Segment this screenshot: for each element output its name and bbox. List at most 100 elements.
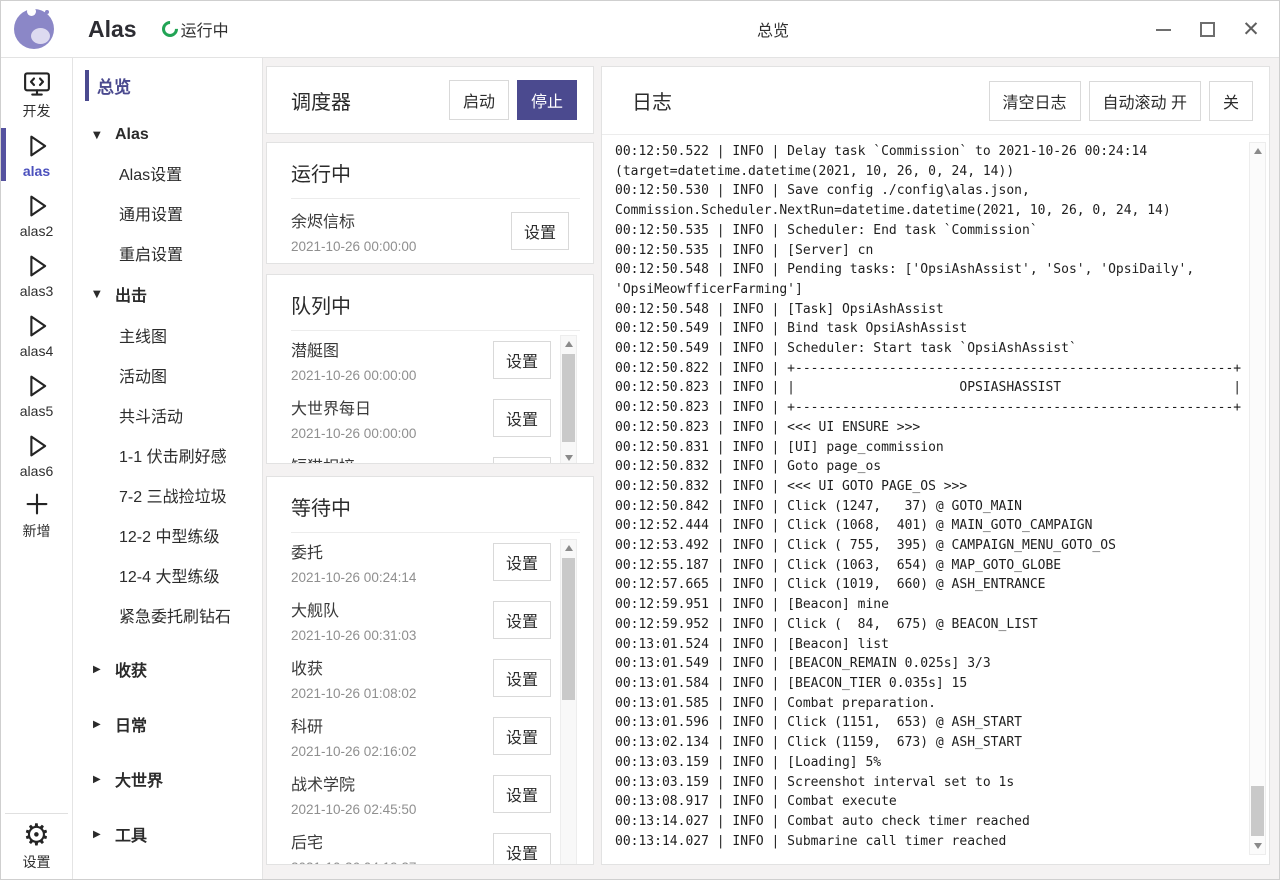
- task-setting-button[interactable]: 设置: [493, 543, 551, 581]
- rail-item-alas3[interactable]: alas3: [1, 245, 72, 304]
- rail-item-alas[interactable]: alas: [1, 125, 72, 184]
- play-icon: [22, 190, 52, 222]
- rail-item-alas6[interactable]: alas6: [1, 425, 72, 484]
- menu-item-通用设置[interactable]: 通用设置: [73, 193, 262, 233]
- rail-item-开发[interactable]: 开发: [1, 65, 72, 124]
- task-setting-button[interactable]: 设置: [511, 212, 569, 250]
- task-time: 2021-10-26 02:16:02: [291, 744, 493, 759]
- play-icon: [22, 370, 52, 402]
- log-output[interactable]: 00:12:50.522 | INFO | Delay task `Commis…: [602, 135, 1269, 864]
- rail-item-alas2[interactable]: alas2: [1, 185, 72, 244]
- start-button[interactable]: 启动: [449, 80, 509, 120]
- play-icon: [22, 250, 52, 282]
- menu-item-overview[interactable]: 总览: [73, 70, 262, 101]
- pending-list: 潜艇图2021-10-26 00:00:00设置大世界每日2021-10-26 …: [267, 331, 593, 464]
- log-line: 00:13:02.134 | INFO | Click (1159, 673) …: [615, 733, 1239, 753]
- menu-item-12-4 大型练级[interactable]: 12-4 大型练级: [73, 555, 262, 595]
- maximize-button[interactable]: [1185, 1, 1229, 58]
- rail-item-label: alas3: [20, 283, 53, 299]
- chevron-down-icon: ▼: [93, 130, 107, 141]
- play-icon: [22, 430, 52, 462]
- stop-button[interactable]: 停止: [517, 80, 577, 120]
- task-setting-button[interactable]: 设置: [493, 775, 551, 813]
- task-info: 余烬信标2021-10-26 00:00:00: [291, 208, 511, 254]
- menu-item-活动图[interactable]: 活动图: [73, 355, 262, 395]
- menu-group-Alas[interactable]: ▼Alas: [73, 117, 262, 153]
- rail-item-alas5[interactable]: alas5: [1, 365, 72, 424]
- menu-item-12-2 中型练级[interactable]: 12-2 中型练级: [73, 515, 262, 555]
- task-name: 大世界每日: [291, 395, 493, 419]
- scroll-up-icon[interactable]: [565, 545, 573, 551]
- menu-group-大世界[interactable]: ▶大世界: [73, 758, 262, 800]
- task-name: 后宅: [291, 829, 493, 853]
- task-time: 2021-10-26 02:45:50: [291, 802, 493, 817]
- scrollbar-thumb[interactable]: [562, 558, 575, 700]
- menu-group-日常[interactable]: ▶日常: [73, 703, 262, 745]
- gear-icon: ⚙: [23, 821, 50, 851]
- scrollbar-thumb[interactable]: [562, 354, 575, 442]
- rail-item-label: alas: [23, 163, 50, 179]
- scroll-up-icon[interactable]: [1254, 148, 1262, 154]
- rail-item-label: 新增: [23, 521, 51, 541]
- clear-log-button[interactable]: 清空日志: [989, 81, 1081, 121]
- menu-item-共斗活动[interactable]: 共斗活动: [73, 395, 262, 435]
- task-time: 2021-10-26 00:00:00: [291, 426, 493, 441]
- rail-item-label: alas5: [20, 403, 53, 419]
- log-line: 00:12:50.530 | INFO | Save config ./conf…: [615, 181, 1239, 201]
- waiting-scrollbar[interactable]: [560, 539, 577, 865]
- menu-group-收获[interactable]: ▶收获: [73, 648, 262, 690]
- minimize-button[interactable]: [1141, 1, 1185, 58]
- scroll-down-icon[interactable]: [565, 455, 573, 461]
- menu-item-紧急委托刷钻石[interactable]: 紧急委托刷钻石: [73, 595, 262, 635]
- menu-item-重启设置[interactable]: 重启设置: [73, 233, 262, 273]
- task-row: 余烬信标2021-10-26 00:00:00设置: [267, 199, 593, 263]
- maximize-icon: [1200, 22, 1215, 37]
- pending-panel: 队列中 潜艇图2021-10-26 00:00:00设置大世界每日2021-10…: [266, 274, 594, 464]
- task-setting-button[interactable]: 设置: [493, 601, 551, 639]
- task-setting-button[interactable]: 设置: [493, 341, 551, 379]
- pending-scrollbar[interactable]: [560, 335, 577, 464]
- chevron-down-icon: ▼: [93, 289, 107, 300]
- task-setting-button[interactable]: 设置: [493, 457, 551, 464]
- log-line: Commission.Scheduler.NextRun=datetime.da…: [615, 201, 1239, 221]
- log-line: 00:12:50.823 | INFO | | OPSIASHASSIST |: [615, 378, 1239, 398]
- autoscroll-off-button[interactable]: 关: [1209, 81, 1253, 121]
- scroll-up-icon[interactable]: [565, 341, 573, 347]
- task-info: 委托2021-10-26 00:24:14: [291, 539, 493, 585]
- rail-item-settings[interactable]: ⚙ 设置: [5, 813, 68, 879]
- task-setting-button[interactable]: 设置: [493, 833, 551, 865]
- task-info: 科研 2021-10-26 02:16:02: [291, 713, 493, 759]
- menu-item-Alas设置[interactable]: Alas设置: [73, 153, 262, 193]
- rail-item-label: 设置: [23, 852, 51, 872]
- autoscroll-on-button[interactable]: 自动滚动 开: [1089, 81, 1201, 121]
- dev-icon: [21, 68, 53, 100]
- rail-item-alas4[interactable]: alas4: [1, 305, 72, 364]
- task-row: 大世界每日 2021-10-26 00:00:00设置: [267, 389, 593, 447]
- task-name: 短猫相接: [291, 453, 493, 464]
- alas-logo-icon: [14, 9, 54, 49]
- log-column: 日志 清空日志 自动滚动 开 关 00:12:50.522 | INFO | D…: [601, 66, 1270, 865]
- menu-group-工具[interactable]: ▶工具: [73, 813, 262, 855]
- menu-item-1-1 伏击刷好感[interactable]: 1-1 伏击刷好感: [73, 435, 262, 475]
- log-scrollbar[interactable]: [1249, 142, 1266, 855]
- play-icon: [22, 130, 52, 162]
- menu-item-主线图[interactable]: 主线图: [73, 315, 262, 355]
- menu-item-7-2 三战捡垃圾[interactable]: 7-2 三战捡垃圾: [73, 475, 262, 515]
- task-setting-button[interactable]: 设置: [493, 399, 551, 437]
- running-spinner-icon: [158, 18, 181, 41]
- log-line: 00:12:50.823 | INFO | +-----------------…: [615, 398, 1239, 418]
- scheduler-panel: 调度器 启动 停止: [266, 66, 594, 134]
- log-line: 00:12:50.522 | INFO | Delay task `Commis…: [615, 142, 1239, 162]
- log-line: 00:12:50.842 | INFO | Click (1247, 37) @…: [615, 497, 1239, 517]
- scroll-down-icon[interactable]: [1254, 843, 1262, 849]
- task-setting-button[interactable]: 设置: [493, 659, 551, 697]
- scrollbar-thumb[interactable]: [1251, 786, 1264, 836]
- chevron-right-icon: ▶: [93, 829, 107, 840]
- menu-group-出击[interactable]: ▼ 出击: [73, 273, 262, 315]
- menu-group-label: 出击: [115, 282, 147, 306]
- close-button[interactable]: ✕: [1229, 1, 1273, 58]
- task-name: 科研: [291, 713, 493, 737]
- task-setting-button[interactable]: 设置: [493, 717, 551, 755]
- rail-item-新增[interactable]: 新增: [1, 485, 72, 544]
- log-line: 00:12:50.535 | INFO | [Server] cn: [615, 241, 1239, 261]
